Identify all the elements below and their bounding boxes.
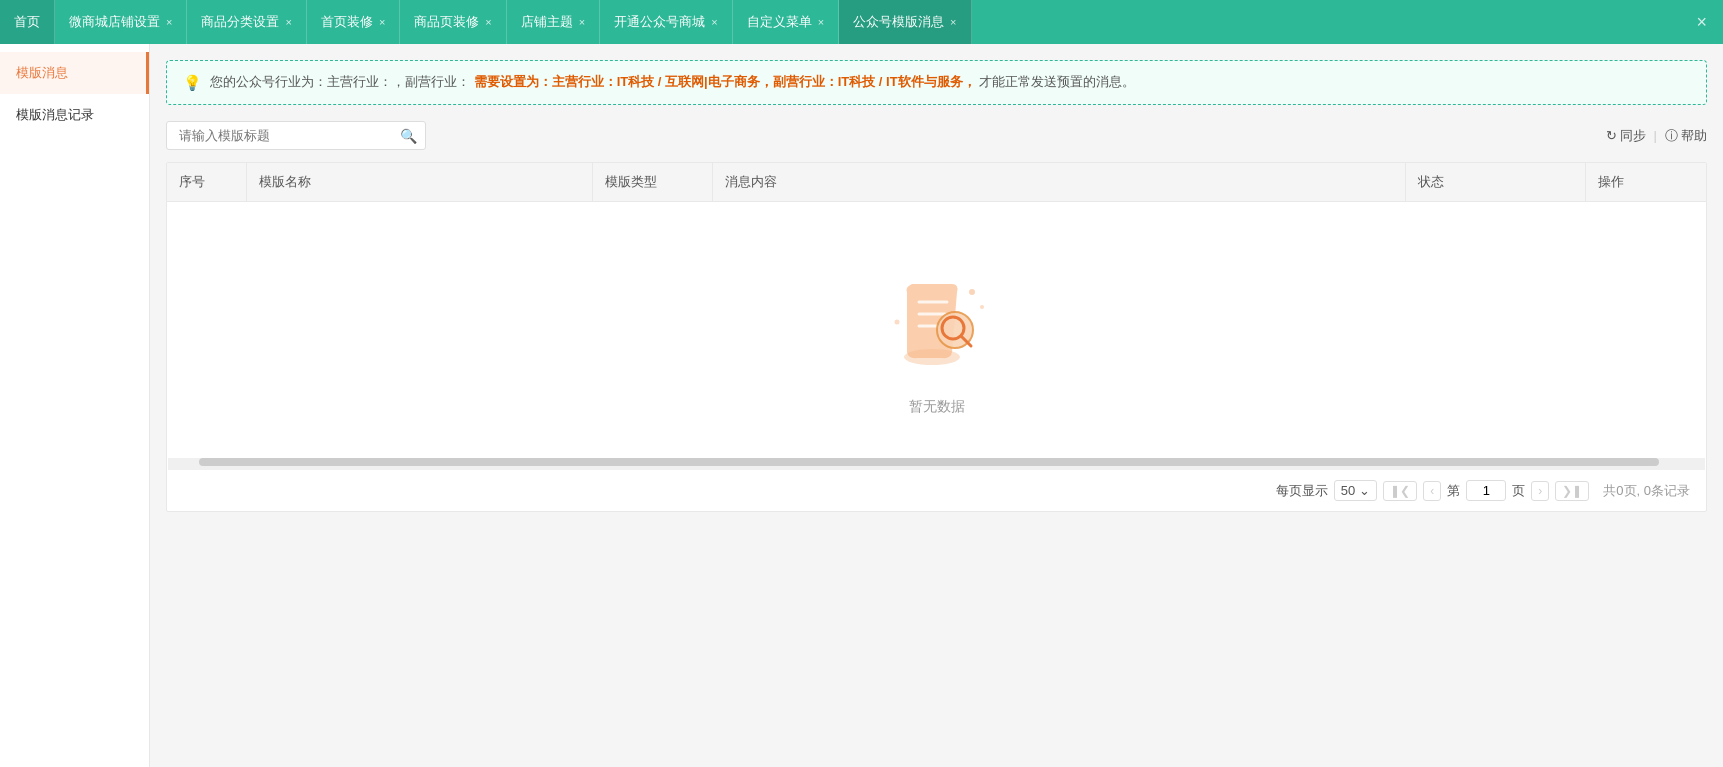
sync-icon: ↻ <box>1606 128 1617 143</box>
close-all-button[interactable]: × <box>1680 12 1723 33</box>
first-page-button[interactable]: ❚❮ <box>1383 481 1417 501</box>
help-icon: ⓘ <box>1665 127 1678 145</box>
nav-tab-product-decor[interactable]: 商品页装修 × <box>400 0 506 44</box>
col-header-type: 模版类型 <box>593 163 713 201</box>
search-actions: ↻ 同步 | ⓘ 帮助 <box>1606 127 1707 145</box>
close-shop-theme-icon[interactable]: × <box>579 16 585 28</box>
page-input[interactable] <box>1466 480 1506 501</box>
page-size-label: 每页显示 <box>1276 482 1328 500</box>
alert-box: 💡 您的公众号行业为：主营行业：，副营行业： 需要设置为：主营行业：IT科技 /… <box>166 60 1707 105</box>
col-header-action: 操作 <box>1586 163 1706 201</box>
close-home-decor-icon[interactable]: × <box>379 16 385 28</box>
last-page-button[interactable]: ❯❚ <box>1555 481 1589 501</box>
col-header-name: 模版名称 <box>247 163 593 201</box>
search-row: 🔍 ↻ 同步 | ⓘ 帮助 <box>166 121 1707 150</box>
close-product-decor-icon[interactable]: × <box>485 16 491 28</box>
close-template-msg-icon[interactable]: × <box>950 16 956 28</box>
prev-page-button[interactable]: ‹ <box>1423 481 1441 501</box>
svg-point-8 <box>980 305 984 309</box>
search-input-wrap[interactable]: 🔍 <box>166 121 426 150</box>
nav-tab-micro-shop[interactable]: 微商城店铺设置 × <box>55 0 187 44</box>
close-custom-menu-icon[interactable]: × <box>818 16 824 28</box>
empty-illustration <box>877 262 997 382</box>
search-icon[interactable]: 🔍 <box>400 128 417 144</box>
col-header-index: 序号 <box>167 163 247 201</box>
search-input[interactable] <box>175 122 400 149</box>
nav-tab-home[interactable]: 首页 <box>0 0 55 44</box>
main-layout: 模版消息 模版消息记录 💡 您的公众号行业为：主营行业：，副营行业： 需要设置为… <box>0 44 1723 767</box>
help-label: 帮助 <box>1681 127 1707 145</box>
next-page-button[interactable]: › <box>1531 481 1549 501</box>
alert-highlight: 需要设置为：主营行业：IT科技 / 互联网|电子商务，副营行业：IT科技 / I… <box>474 74 976 89</box>
svg-point-9 <box>894 320 899 325</box>
alert-icon: 💡 <box>183 74 202 92</box>
data-table: 序号 模版名称 模版类型 消息内容 状态 操作 <box>166 162 1707 512</box>
nav-tab-home-decor[interactable]: 首页装修 × <box>307 0 400 44</box>
page-size-select[interactable]: 50 ⌄ <box>1334 480 1377 501</box>
page-prefix: 第 <box>1447 482 1460 500</box>
svg-point-7 <box>969 289 975 295</box>
empty-state: 暂无数据 <box>167 202 1706 456</box>
page-suffix: 页 <box>1512 482 1525 500</box>
pagination: 每页显示 50 ⌄ ❚❮ ‹ 第 页 › ❯❚ 共0页, 0条记录 <box>167 470 1706 511</box>
sync-label: 同步 <box>1620 127 1646 145</box>
close-category-icon[interactable]: × <box>285 16 291 28</box>
total-info: 共0页, 0条记录 <box>1603 482 1690 500</box>
close-open-mall-icon[interactable]: × <box>711 16 717 28</box>
nav-tab-category[interactable]: 商品分类设置 × <box>187 0 306 44</box>
divider: | <box>1654 128 1657 143</box>
content-area: 💡 您的公众号行业为：主营行业：，副营行业： 需要设置为：主营行业：IT科技 /… <box>150 44 1723 767</box>
col-header-content: 消息内容 <box>713 163 1406 201</box>
top-nav: 首页 微商城店铺设置 × 商品分类设置 × 首页装修 × 商品页装修 × 店铺主… <box>0 0 1723 44</box>
chevron-down-icon: ⌄ <box>1359 483 1370 498</box>
scrollbar-thumb[interactable] <box>199 458 1659 466</box>
close-micro-shop-icon[interactable]: × <box>166 16 172 28</box>
sidebar-item-template-msg[interactable]: 模版消息 <box>0 52 149 94</box>
table-header: 序号 模版名称 模版类型 消息内容 状态 操作 <box>167 163 1706 202</box>
nav-tab-shop-theme[interactable]: 店铺主题 × <box>507 0 600 44</box>
sidebar-item-template-log[interactable]: 模版消息记录 <box>0 94 149 136</box>
alert-text: 您的公众号行业为：主营行业：，副营行业： 需要设置为：主营行业：IT科技 / 互… <box>210 73 1135 91</box>
scrollbar[interactable] <box>168 458 1705 470</box>
page-size-value: 50 <box>1341 483 1355 498</box>
nav-tab-custom-menu[interactable]: 自定义菜单 × <box>733 0 839 44</box>
col-header-status: 状态 <box>1406 163 1586 201</box>
nav-tab-open-mall[interactable]: 开通公众号商城 × <box>600 0 732 44</box>
sync-button[interactable]: ↻ 同步 <box>1606 127 1646 145</box>
help-button[interactable]: ⓘ 帮助 <box>1665 127 1707 145</box>
empty-text: 暂无数据 <box>909 398 965 416</box>
nav-tab-template-msg[interactable]: 公众号模版消息 × <box>839 0 971 44</box>
sidebar: 模版消息 模版消息记录 <box>0 44 150 767</box>
